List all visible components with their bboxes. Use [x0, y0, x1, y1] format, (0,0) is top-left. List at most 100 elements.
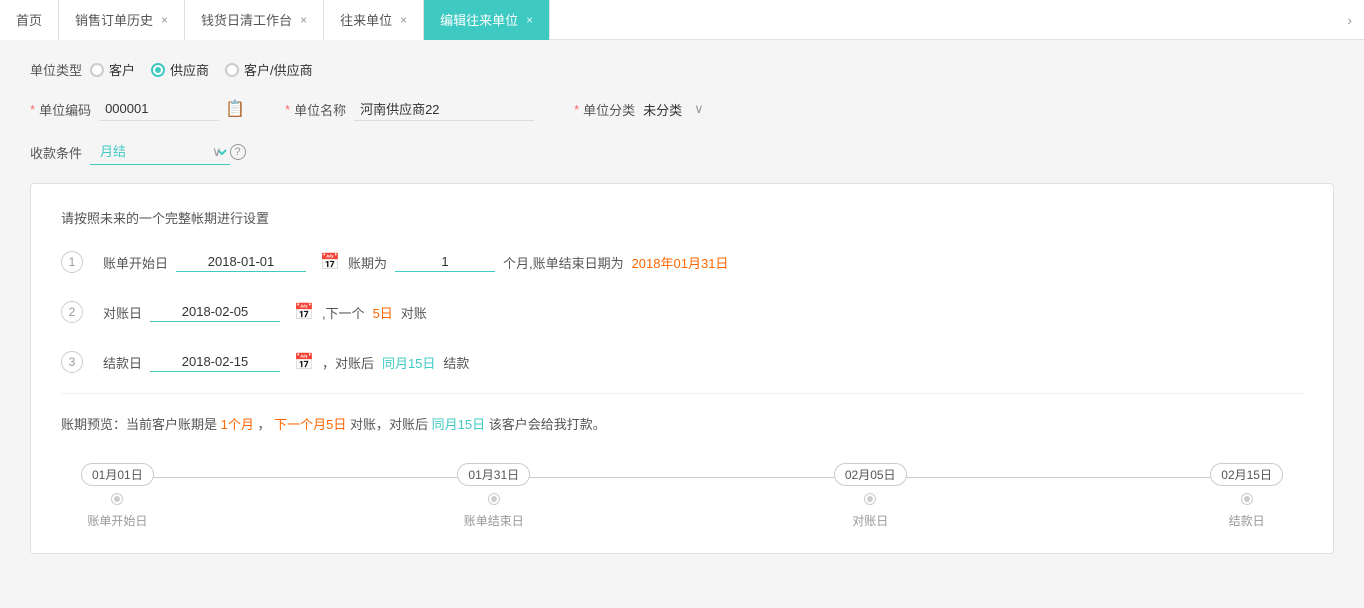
step-1-number: 1 — [61, 251, 83, 273]
unit-type-radio-group: 客户 供应商 客户/供应商 — [90, 60, 313, 79]
preview-part2: 下一个月5日 — [274, 417, 346, 432]
tab-partner[interactable]: 往来单位 × — [324, 0, 424, 40]
tab-sales-history-label: 销售订单历史 — [75, 10, 153, 29]
radio-customer[interactable]: 客户 — [90, 60, 135, 79]
page-content: 单位类型 客户 供应商 客户/供应商 * 单位编码 📋 * 单位名称 — [0, 40, 1364, 608]
preview-text: 账期预览：当前客户账期是 1个月 ， 下一个月5日 对账，对账后 同月15日 该… — [61, 414, 1303, 433]
step-3-desc-highlight: 同月15日 — [382, 353, 435, 372]
close-icon[interactable]: × — [526, 14, 533, 26]
unit-name-input[interactable] — [354, 97, 534, 121]
timeline-label-0: 账单开始日 — [87, 512, 147, 529]
step-1-period-unit: 个月,账单结束日期为 — [503, 253, 624, 272]
required-star-code: * — [30, 102, 35, 117]
collect-condition-label: 收款条件 — [30, 143, 82, 162]
timeline-tag-1: 01月31日 — [457, 463, 530, 486]
radio-supplier[interactable]: 供应商 — [151, 60, 209, 79]
timeline-item-1: 01月31日 账单结束日 — [457, 463, 530, 529]
step-3-calendar-icon[interactable]: 📅 — [294, 352, 314, 372]
preview-section: 账期预览：当前客户账期是 1个月 ， 下一个月5日 对账，对账后 同月15日 该… — [61, 393, 1303, 529]
step-1-period-end: 2018年01月31日 — [632, 253, 729, 272]
tab-arrow[interactable]: › — [1335, 12, 1364, 28]
unit-name-group: * 单位名称 — [285, 97, 534, 121]
timeline-label-2: 对账日 — [852, 512, 888, 529]
preview-part3: 同月15日 — [432, 417, 485, 432]
timeline-item-2: 02月05日 对账日 — [834, 463, 907, 529]
collect-condition-select[interactable]: 月结 — [90, 139, 230, 165]
radio-circle-supplier — [151, 63, 165, 77]
unit-type-row: 单位类型 客户 供应商 客户/供应商 — [30, 60, 1334, 79]
step-3-row: 3 结款日 📅 ，对账后 同月15日 结款 — [61, 351, 1303, 373]
close-icon[interactable]: × — [300, 14, 307, 26]
timeline-item-0: 01月01日 账单开始日 — [81, 463, 154, 529]
collect-dropdown-icon[interactable]: ∨ — [212, 144, 222, 160]
step-1-row: 1 账单开始日 📅 账期为 个月,账单结束日期为 2018年01月31日 — [61, 251, 1303, 273]
timeline: 01月01日 账单开始日 01月31日 账单结束日 — [61, 463, 1303, 529]
tabs-bar: 首页 销售订单历史 × 钱货日清工作台 × 往来单位 × 编辑往来单位 × › — [0, 0, 1364, 40]
tab-cash-work[interactable]: 钱货日清工作台 × — [185, 0, 324, 40]
unit-info-row: * 单位编码 📋 * 单位名称 * 单位分类 未分类 ∨ — [30, 97, 1334, 121]
step-3-label: 结款日 — [103, 353, 142, 372]
preview-comma: ， — [258, 417, 271, 432]
tab-edit-partner-label: 编辑往来单位 — [440, 10, 518, 29]
tab-partner-label: 往来单位 — [340, 10, 392, 29]
radio-customer-label: 客户 — [109, 60, 135, 79]
step-3-date-input[interactable] — [150, 352, 280, 372]
collect-condition-row: 收款条件 月结 ∨ ? — [30, 139, 1334, 165]
step-2-desc-prefix: ,下一个 — [322, 303, 365, 322]
unit-category-group: * 单位分类 未分类 ∨ — [574, 100, 704, 119]
step-3-desc-prefix: ，对账后 — [322, 353, 374, 372]
unit-category-label: 单位分类 — [583, 100, 635, 119]
step-1-period-input[interactable] — [395, 252, 495, 272]
close-icon[interactable]: × — [400, 14, 407, 26]
radio-both-label: 客户/供应商 — [244, 60, 313, 79]
tab-home-label: 首页 — [16, 10, 42, 29]
tab-edit-partner[interactable]: 编辑往来单位 × — [424, 0, 550, 40]
unit-category-value: 未分类 — [643, 100, 682, 119]
timeline-item-3: 02月15日 结款日 — [1210, 463, 1283, 529]
timeline-dot-3 — [1242, 494, 1252, 504]
settings-card: 请按照未来的一个完整帐期进行设置 1 账单开始日 📅 账期为 个月,账单结束日期… — [30, 183, 1334, 554]
step-2-row: 2 对账日 📅 ,下一个 5日 对账 — [61, 301, 1303, 323]
settings-title: 请按照未来的一个完整帐期进行设置 — [61, 208, 1303, 227]
radio-circle-customer — [90, 63, 104, 77]
unit-name-label: 单位名称 — [294, 100, 346, 119]
timeline-tag-0: 01月01日 — [81, 463, 154, 486]
unit-code-input[interactable] — [99, 97, 219, 121]
tab-sales-history[interactable]: 销售订单历史 × — [59, 0, 185, 40]
step-2-number: 2 — [61, 301, 83, 323]
timeline-tag-3: 02月15日 — [1210, 463, 1283, 486]
close-icon[interactable]: × — [161, 14, 168, 26]
tab-cash-work-label: 钱货日清工作台 — [201, 10, 292, 29]
timeline-dot-1 — [489, 494, 499, 504]
required-star-name: * — [285, 102, 290, 117]
preview-middle: 对账，对账后 — [350, 417, 428, 432]
preview-part1: 1个月 — [221, 417, 254, 432]
step-1-date-input[interactable] — [176, 252, 306, 272]
tab-home[interactable]: 首页 — [0, 0, 59, 40]
preview-label: 账期预览：当前客户账期是 — [61, 417, 217, 432]
copy-icon[interactable]: 📋 — [225, 99, 245, 119]
step-1-content: 账单开始日 📅 账期为 个月,账单结束日期为 2018年01月31日 — [103, 252, 1303, 272]
category-dropdown-icon[interactable]: ∨ — [694, 101, 704, 117]
unit-code-label: 单位编码 — [39, 100, 91, 119]
timeline-tag-2: 02月05日 — [834, 463, 907, 486]
step-2-desc-highlight: 5日 — [373, 303, 393, 322]
step-3-desc-suffix: 结款 — [443, 353, 469, 372]
timeline-dot-2 — [865, 494, 875, 504]
step-2-calendar-icon[interactable]: 📅 — [294, 302, 314, 322]
step-1-calendar-icon[interactable]: 📅 — [320, 252, 340, 272]
unit-code-group: * 单位编码 📋 — [30, 97, 245, 121]
step-3-content: 结款日 📅 ，对账后 同月15日 结款 — [103, 352, 1303, 372]
radio-supplier-label: 供应商 — [170, 60, 209, 79]
step-2-date-input[interactable] — [150, 302, 280, 322]
radio-circle-both — [225, 63, 239, 77]
radio-both[interactable]: 客户/供应商 — [225, 60, 313, 79]
timeline-items: 01月01日 账单开始日 01月31日 账单结束日 — [81, 463, 1283, 529]
timeline-label-1: 账单结束日 — [464, 512, 524, 529]
step-1-period-label: 账期为 — [348, 253, 387, 272]
help-icon[interactable]: ? — [230, 144, 246, 160]
step-2-label: 对账日 — [103, 303, 142, 322]
timeline-dot-0 — [112, 494, 122, 504]
preview-end: 该客户会给我打款。 — [489, 417, 606, 432]
step-2-content: 对账日 📅 ,下一个 5日 对账 — [103, 302, 1303, 322]
